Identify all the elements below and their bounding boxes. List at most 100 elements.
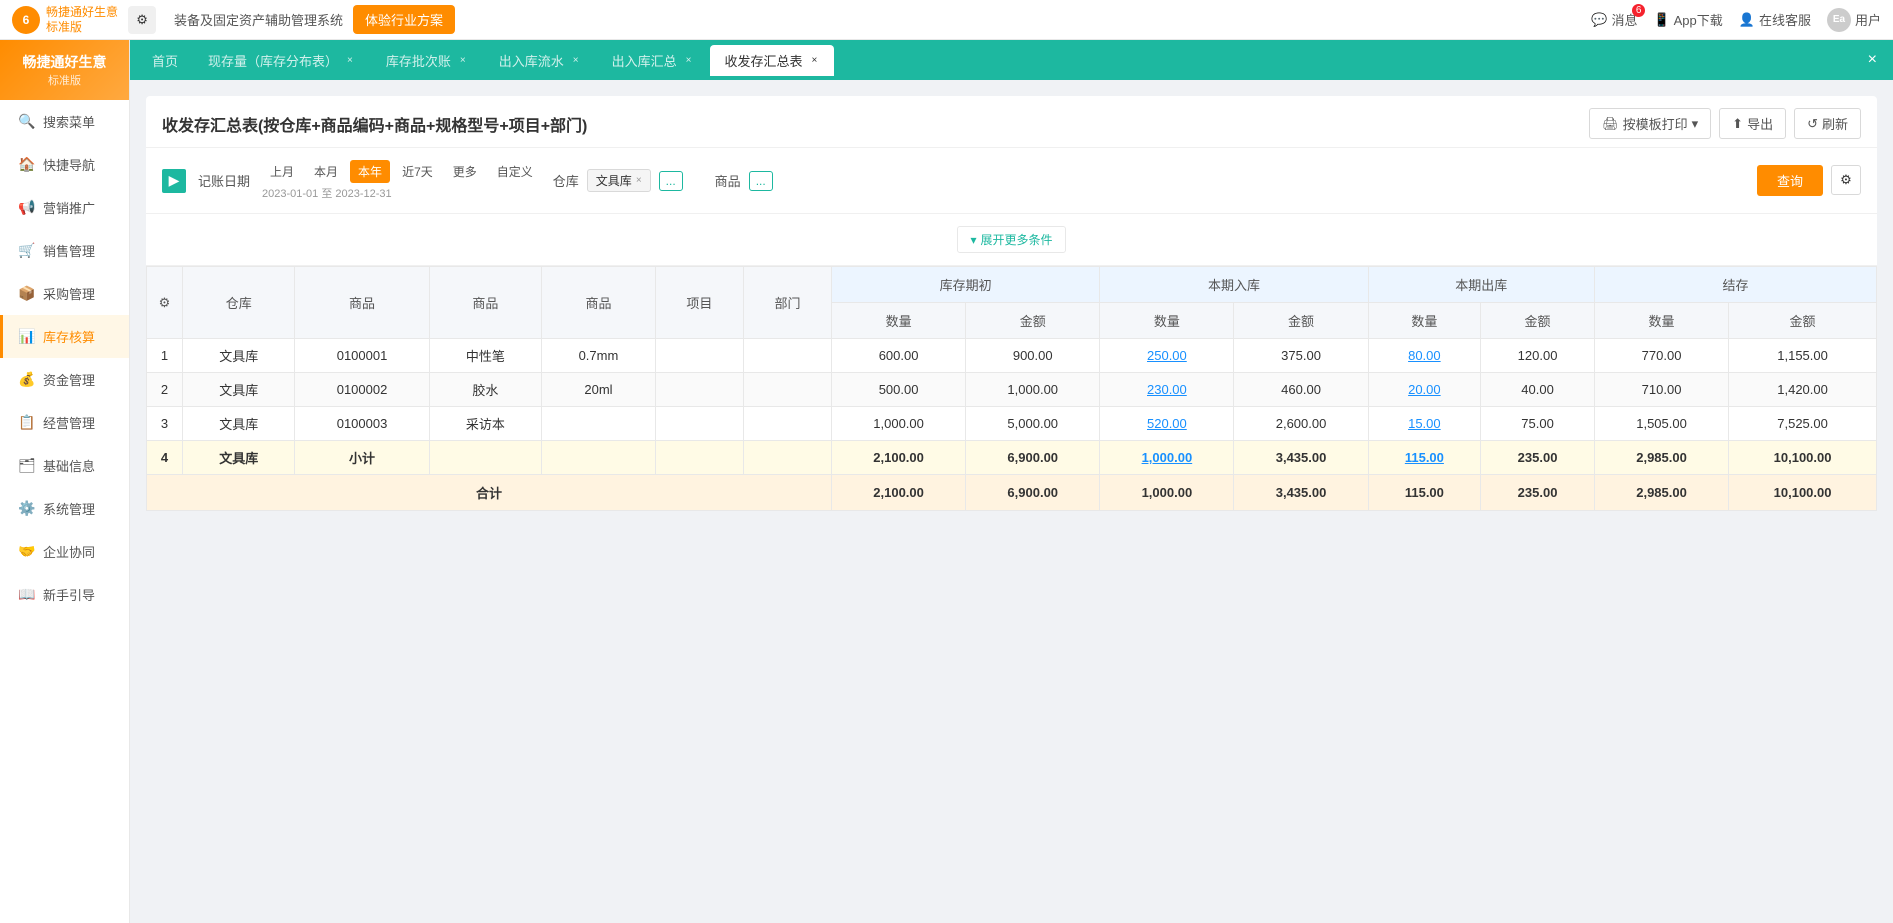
- refresh-btn[interactable]: ↺ 刷新: [1794, 108, 1861, 139]
- table-row: 1 文具库 0100001 中性笔 0.7mm 600.00 900.00: [147, 339, 1877, 373]
- product-ellipsis[interactable]: ...: [749, 171, 773, 191]
- settings-btn[interactable]: ⚙: [128, 6, 156, 34]
- sidebar-item-basic[interactable]: 🗂 基础信息: [0, 444, 129, 487]
- col-in-amt: 金额: [1234, 303, 1368, 339]
- cell-closing-amt: 7,525.00: [1729, 407, 1877, 441]
- shortcut-this-year[interactable]: 本年: [350, 160, 390, 183]
- table-settings-btn[interactable]: ⚙: [1831, 165, 1861, 195]
- table-row: 2 文具库 0100002 胶水 20ml 500.00 1,000.00: [147, 373, 1877, 407]
- online-service-item[interactable]: 👤 在线客服: [1739, 10, 1811, 29]
- sidebar-item-purchase[interactable]: 📦 采购管理: [0, 272, 129, 315]
- message-item[interactable]: 💬 消息 6: [1591, 10, 1637, 29]
- cell-opening-qty: 600.00: [832, 339, 966, 373]
- tab-bar-close[interactable]: ×: [1860, 51, 1885, 69]
- col-product-name: 商品: [429, 267, 541, 339]
- cell-subtotal-out-amt: 235.00: [1481, 441, 1595, 475]
- tab-bar: 首页 现存量（库存分布表） × 库存批次账 × 出入库流水 × 出入库汇总 ×: [130, 40, 1893, 80]
- sidebar-item-collab[interactable]: 🤝 企业协同: [0, 530, 129, 573]
- tab-close-batch[interactable]: ×: [457, 54, 469, 67]
- cell-out-qty[interactable]: 80.00: [1368, 339, 1481, 373]
- cell-out-qty[interactable]: 15.00: [1368, 407, 1481, 441]
- sidebar-item-search[interactable]: 🔍 搜索菜单: [0, 100, 129, 143]
- system-icon: ⚙️: [19, 501, 35, 517]
- cell-out-amt: 120.00: [1481, 339, 1595, 373]
- cell-serial: 1: [147, 339, 183, 373]
- cell-subtotal-out-qty[interactable]: 115.00: [1368, 441, 1481, 475]
- cell-out-amt: 75.00: [1481, 407, 1595, 441]
- cell-in-qty[interactable]: 230.00: [1100, 373, 1234, 407]
- print-icon: 🖨: [1602, 116, 1619, 132]
- cell-subtotal-closing-amt: 10,100.00: [1729, 441, 1877, 475]
- export-btn[interactable]: ⬆ 导出: [1719, 108, 1786, 139]
- query-btn[interactable]: 查询: [1757, 165, 1823, 196]
- warehouse-tag-close[interactable]: ×: [636, 175, 642, 186]
- tab-batch[interactable]: 库存批次账 ×: [372, 45, 483, 76]
- guide-icon: 📖: [19, 587, 35, 603]
- cell-opening-amt: 5,000.00: [966, 407, 1100, 441]
- cell-total-in-qty: 1,000.00: [1100, 475, 1234, 511]
- export-icon: ⬆: [1732, 116, 1743, 132]
- shortcut-this-month[interactable]: 本月: [306, 160, 346, 183]
- col-group-in: 本期入库: [1100, 267, 1368, 303]
- print-btn[interactable]: 🖨 按模板打印 ▾: [1589, 108, 1711, 139]
- table-wrapper: ⚙ 仓库 商品 商品 商品 项目 部门 库存期初 本期入库 本期出库: [146, 266, 1877, 511]
- tab-close-stock-dist[interactable]: ×: [344, 54, 356, 67]
- shortcut-custom[interactable]: 自定义: [489, 160, 541, 183]
- tab-home[interactable]: 首页: [138, 45, 192, 76]
- chevron-down-icon: ▾: [1692, 116, 1699, 132]
- sidebar-item-sales[interactable]: 🛒 销售管理: [0, 229, 129, 272]
- app-download-item[interactable]: 📱 App下载: [1653, 10, 1722, 29]
- cell-subtotal-in-qty[interactable]: 1,000.00: [1100, 441, 1234, 475]
- tab-inout-flow[interactable]: 出入库流水 ×: [485, 45, 596, 76]
- shortcut-more[interactable]: 更多: [445, 160, 485, 183]
- col-opening-qty: 数量: [832, 303, 966, 339]
- shortcut-7days[interactable]: 近7天: [394, 160, 441, 183]
- col-group-closing: 结存: [1594, 267, 1876, 303]
- sidebar-item-finance[interactable]: 💰 资金管理: [0, 358, 129, 401]
- cell-in-qty[interactable]: 520.00: [1100, 407, 1234, 441]
- home-icon: 🏠: [19, 157, 35, 173]
- warehouse-tag[interactable]: 文具库 ×: [587, 169, 651, 192]
- experience-btn[interactable]: 体验行业方案: [353, 5, 455, 34]
- tab-close-recv-send[interactable]: ×: [808, 54, 820, 67]
- cell-opening-amt: 1,000.00: [966, 373, 1100, 407]
- cell-total-out-amt: 235.00: [1481, 475, 1595, 511]
- cell-product-name: 采访本: [429, 407, 541, 441]
- date-label: 记账日期: [198, 171, 250, 190]
- tab-stock-dist[interactable]: 现存量（库存分布表） ×: [194, 45, 370, 76]
- cell-out-qty[interactable]: 20.00: [1368, 373, 1481, 407]
- user-item[interactable]: Ea 用户: [1827, 8, 1881, 32]
- tab-close-inout-flow[interactable]: ×: [570, 54, 582, 67]
- tab-close-inout-summary[interactable]: ×: [683, 54, 695, 67]
- cell-total-closing-qty: 2,985.00: [1594, 475, 1728, 511]
- sidebar-item-system[interactable]: ⚙️ 系统管理: [0, 487, 129, 530]
- cell-in-qty[interactable]: 250.00: [1100, 339, 1234, 373]
- cell-in-amt: 460.00: [1234, 373, 1368, 407]
- tab-recv-send[interactable]: 收发存汇总表 ×: [710, 45, 834, 76]
- cell-out-amt: 40.00: [1481, 373, 1595, 407]
- cell-total-opening-amt: 6,900.00: [966, 475, 1100, 511]
- filter-toggle[interactable]: ▶: [162, 169, 186, 193]
- shortcut-last-month[interactable]: 上月: [262, 160, 302, 183]
- cell-serial-subtotal: 4: [147, 441, 183, 475]
- col-project: 项目: [655, 267, 743, 339]
- warehouse-ellipsis[interactable]: ...: [659, 171, 683, 191]
- sidebar-item-quick-nav[interactable]: 🏠 快捷导航: [0, 143, 129, 186]
- tab-inout-summary[interactable]: 出入库汇总 ×: [598, 45, 709, 76]
- sidebar-item-guide[interactable]: 📖 新手引导: [0, 573, 129, 616]
- table-row: 3 文具库 0100003 采访本 1,000.00 5,000.00: [147, 407, 1877, 441]
- sidebar-item-marketing[interactable]: 📢 营销推广: [0, 186, 129, 229]
- refresh-icon: ↺: [1807, 116, 1818, 132]
- page-card: 收发存汇总表(按仓库+商品编码+商品+规格型号+项目+部门) 🖨 按模板打印 ▾…: [146, 96, 1877, 511]
- col-group-out: 本期出库: [1368, 267, 1594, 303]
- cell-serial: 2: [147, 373, 183, 407]
- message-icon: 💬: [1591, 12, 1607, 28]
- cell-closing-amt: 1,420.00: [1729, 373, 1877, 407]
- content-area: 首页 现存量（库存分布表） × 库存批次账 × 出入库流水 × 出入库汇总 ×: [130, 40, 1893, 923]
- page-content: 收发存汇总表(按仓库+商品编码+商品+规格型号+项目+部门) 🖨 按模板打印 ▾…: [130, 80, 1893, 923]
- expand-more-btn[interactable]: ▾ 展开更多条件: [957, 226, 1065, 253]
- cell-closing-amt: 1,155.00: [1729, 339, 1877, 373]
- system-name: 装备及固定资产辅助管理系统: [174, 10, 343, 29]
- sidebar-item-inventory[interactable]: 📊 库存核算: [0, 315, 129, 358]
- sidebar-item-business[interactable]: 📋 经营管理: [0, 401, 129, 444]
